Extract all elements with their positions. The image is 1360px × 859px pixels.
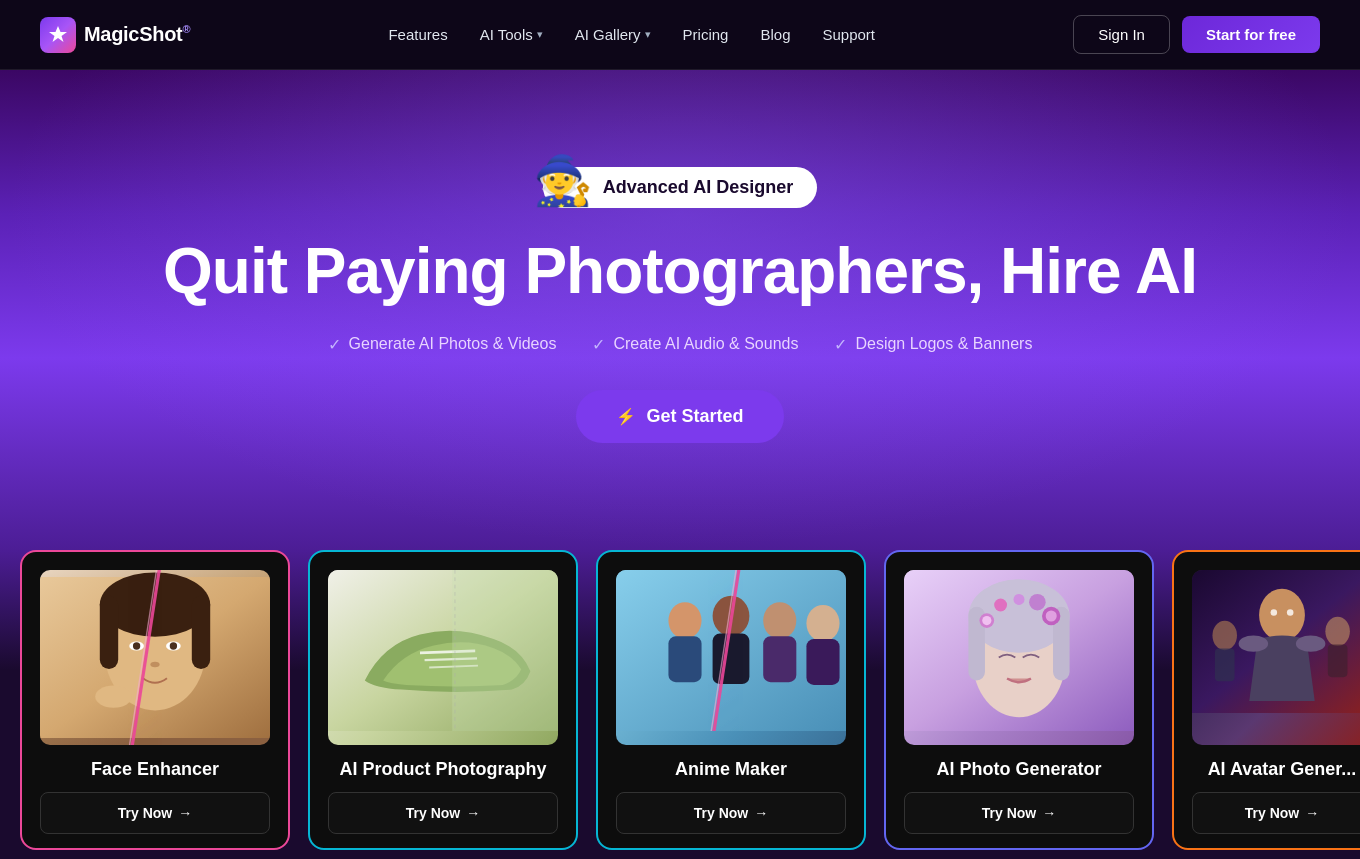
ai-badge-container: 🧙 Advanced AI Designer <box>543 167 817 208</box>
card-title-anime: Anime Maker <box>675 759 787 780</box>
check-icon-2: ✓ <box>592 335 605 354</box>
feature-item-2: ✓ Create AI Audio & Sounds <box>592 335 798 354</box>
svg-point-36 <box>982 616 991 625</box>
nav-ai-tools[interactable]: AI Tools ▾ <box>480 26 543 43</box>
check-icon-3: ✓ <box>834 335 847 354</box>
try-now-anime-button[interactable]: Try Now → <box>616 792 846 834</box>
svg-rect-27 <box>806 639 839 685</box>
svg-point-47 <box>1287 609 1294 616</box>
card-anime-maker: Anime Maker Try Now → <box>596 550 866 850</box>
card-image-flower <box>904 570 1134 745</box>
nav-support[interactable]: Support <box>823 26 876 43</box>
feature-item-3: ✓ Design Logos & Banners <box>834 335 1032 354</box>
card-face-enhancer: Face Enhancer Try Now → <box>20 550 290 850</box>
arrow-right-icon-anime: → <box>754 805 768 821</box>
nav-ai-gallery[interactable]: AI Gallery ▾ <box>575 26 651 43</box>
ai-badge: 🧙 Advanced AI Designer <box>543 167 817 208</box>
card-title-product: AI Product Photography <box>340 759 547 780</box>
card-avatar-gen: AI Avatar Gener... Try Now → <box>1172 550 1360 850</box>
card-title-face: Face Enhancer <box>91 759 219 780</box>
svg-point-44 <box>1239 635 1268 651</box>
try-now-avatar-label: Try Now <box>1245 805 1299 821</box>
feature-text-3: Design Logos & Banners <box>855 335 1032 353</box>
logo-icon <box>40 17 76 53</box>
try-now-photo-button[interactable]: Try Now → <box>904 792 1134 834</box>
card-product-photo: AI Product Photography Try Now → <box>308 550 578 850</box>
try-now-product-label: Try Now <box>406 805 460 821</box>
svg-point-41 <box>1013 594 1024 605</box>
svg-point-43 <box>1259 589 1305 641</box>
get-started-button[interactable]: ⚡ Get Started <box>576 390 783 443</box>
arrow-right-icon-face: → <box>178 805 192 821</box>
card-title-avatar: AI Avatar Gener... <box>1208 759 1357 780</box>
nav-pricing[interactable]: Pricing <box>683 26 729 43</box>
hero-features: ✓ Generate AI Photos & Videos ✓ Create A… <box>328 335 1033 354</box>
svg-rect-3 <box>100 595 118 669</box>
svg-point-24 <box>763 602 796 639</box>
ai-gallery-chevron-icon: ▾ <box>645 28 651 41</box>
lightning-icon: ⚡ <box>616 407 636 426</box>
hero-title: Quit Paying Photographers, Hire AI <box>163 236 1197 306</box>
nav-features[interactable]: Features <box>388 26 447 43</box>
arrow-right-icon-product: → <box>466 805 480 821</box>
svg-rect-17 <box>452 570 558 731</box>
card-image-face <box>40 570 270 745</box>
svg-point-46 <box>1271 609 1278 616</box>
svg-rect-51 <box>1328 644 1348 677</box>
cta-label: Get Started <box>646 406 743 427</box>
card-image-shoe <box>328 570 558 745</box>
card-image-anime <box>616 570 846 745</box>
card-image-warrior <box>1192 570 1360 745</box>
feature-item-1: ✓ Generate AI Photos & Videos <box>328 335 557 354</box>
arrow-right-icon-photo: → <box>1042 805 1056 821</box>
logo-link[interactable]: MagicShot® <box>40 17 190 53</box>
ai-tools-chevron-icon: ▾ <box>537 28 543 41</box>
svg-point-38 <box>1046 610 1057 621</box>
nav-links: Features AI Tools ▾ AI Gallery ▾ Pricing… <box>388 26 875 43</box>
signin-button[interactable]: Sign In <box>1073 15 1170 54</box>
try-now-avatar-button[interactable]: Try Now → <box>1192 792 1360 834</box>
feature-text-2: Create AI Audio & Sounds <box>613 335 798 353</box>
svg-point-50 <box>1325 617 1350 646</box>
card-title-photo: AI Photo Generator <box>936 759 1101 780</box>
start-free-button[interactable]: Start for free <box>1182 16 1320 53</box>
svg-rect-49 <box>1215 649 1235 682</box>
svg-point-48 <box>1212 621 1237 650</box>
svg-rect-4 <box>192 595 210 669</box>
svg-point-39 <box>994 599 1007 612</box>
svg-point-10 <box>95 686 132 708</box>
wizard-icon: 🧙 <box>533 157 593 205</box>
svg-rect-25 <box>763 636 796 682</box>
nav-actions: Sign In Start for free <box>1073 15 1320 54</box>
card-photo-gen: AI Photo Generator Try Now → <box>884 550 1154 850</box>
svg-rect-23 <box>713 633 750 684</box>
check-icon-1: ✓ <box>328 335 341 354</box>
logo-text: MagicShot® <box>84 23 190 46</box>
try-now-photo-label: Try Now <box>982 805 1036 821</box>
badge-text: Advanced AI Designer <box>603 177 793 198</box>
svg-rect-21 <box>668 636 701 682</box>
svg-point-26 <box>806 605 839 642</box>
try-now-face-button[interactable]: Try Now → <box>40 792 270 834</box>
cards-track: Face Enhancer Try Now → <box>0 550 1360 850</box>
svg-point-20 <box>668 602 701 639</box>
svg-point-7 <box>133 642 140 649</box>
svg-point-45 <box>1296 635 1325 651</box>
try-now-anime-label: Try Now <box>694 805 748 821</box>
feature-text-1: Generate AI Photos & Videos <box>349 335 557 353</box>
cards-section: Face Enhancer Try Now → <box>0 550 1360 850</box>
hero-section: 🧙 Advanced AI Designer Quit Paying Photo… <box>0 70 1360 550</box>
try-now-face-label: Try Now <box>118 805 172 821</box>
svg-point-9 <box>150 662 159 668</box>
nav-blog[interactable]: Blog <box>760 26 790 43</box>
navbar: MagicShot® Features AI Tools ▾ AI Galler… <box>0 0 1360 70</box>
arrow-right-icon-avatar: → <box>1305 805 1319 821</box>
try-now-product-button[interactable]: Try Now → <box>328 792 558 834</box>
svg-point-40 <box>1029 594 1046 611</box>
svg-point-8 <box>170 642 177 649</box>
